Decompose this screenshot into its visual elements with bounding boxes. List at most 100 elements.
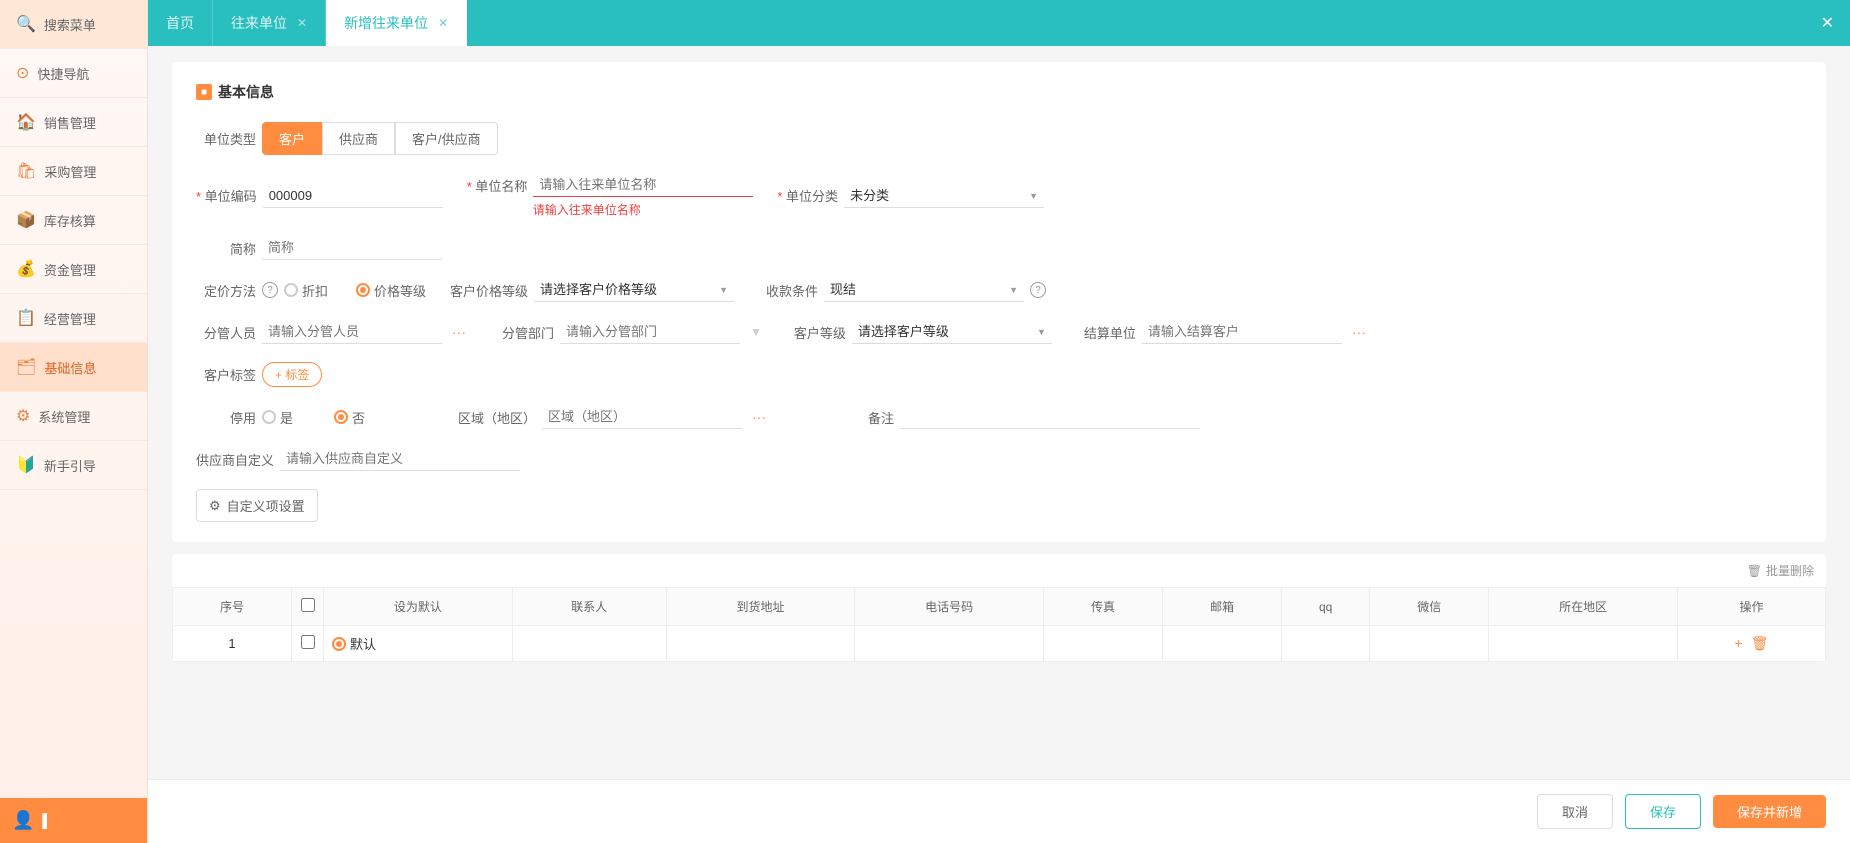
department-label: 分管部门	[494, 323, 554, 342]
row-default-radio-label[interactable]: 默认	[332, 634, 504, 653]
sidebar-item-operation[interactable]: 📋 经营管理	[0, 294, 147, 343]
payment-help-icon[interactable]: ?	[1030, 282, 1046, 298]
unit-name-input[interactable]	[533, 173, 753, 197]
batch-delete-button[interactable]: 🗑 批量删除	[1747, 562, 1814, 579]
department-field: 分管部门 ▼	[494, 320, 762, 344]
disabled-field: 停用 是 否	[196, 408, 394, 427]
sidebar-item-stock[interactable]: 📦 库存核算	[0, 196, 147, 245]
short-name-field: 简称	[196, 236, 442, 260]
col-contact: 联系人	[512, 588, 666, 626]
pricing-level-option[interactable]: 价格等级	[356, 281, 426, 300]
quicknav-icon: ⊙	[16, 63, 29, 83]
sidebar-item-purchase[interactable]: 🛍 采购管理	[0, 147, 147, 196]
manager-label: 分管人员	[196, 323, 256, 342]
row-checkbox-cell	[292, 626, 324, 662]
disabled-no-option[interactable]: 否	[334, 408, 394, 427]
payment-terms-select[interactable]: 现结	[824, 278, 1024, 302]
pricing-method-label: 定价方法	[196, 281, 256, 300]
customer-price-level-label: 客户价格等级	[450, 281, 528, 300]
contact-table: 序号 设为默认 联系人 到货地址 电话号码 传真 邮箱 qq 微信 所在地区	[172, 587, 1826, 662]
row-fax	[1044, 626, 1163, 662]
table-header-row: 序号 设为默认 联系人 到货地址 电话号码 传真 邮箱 qq 微信 所在地区	[173, 588, 1826, 626]
col-seq: 序号	[173, 588, 292, 626]
col-wechat: 微信	[1370, 588, 1489, 626]
sidebar-item-search[interactable]: 🔍 搜索菜单	[0, 0, 147, 49]
base-icon: 🗂	[16, 357, 36, 377]
unit-type-customer-btn[interactable]: 客户	[262, 122, 322, 155]
manager-input[interactable]	[262, 320, 442, 344]
sidebar-item-quicknav[interactable]: ⊙ 快捷导航	[0, 49, 147, 98]
col-area: 所在地区	[1489, 588, 1678, 626]
customer-level-select[interactable]: 请选择客户等级	[852, 320, 1052, 344]
purchase-icon: 🛍	[16, 161, 36, 181]
pricing-row: 定价方法 ? 折扣 价格等级 客户价格等	[196, 278, 1802, 302]
tab-new-partner-close[interactable]: ✕	[438, 16, 448, 30]
remark-input[interactable]	[900, 405, 1200, 429]
code-name-category-row: 单位编码 单位名称 请输入往来单位名称	[196, 173, 1802, 218]
col-qq: qq	[1282, 588, 1370, 626]
supplier-custom-label: 供应商自定义	[196, 450, 274, 469]
region-ellipsis[interactable]: ···	[748, 407, 770, 427]
sidebar-item-sales[interactable]: 🏠 销售管理	[0, 98, 147, 147]
unit-type-supplier-btn[interactable]: 供应商	[322, 122, 395, 155]
form-content: ■ 基本信息 单位类型 客户 供应商 客户/供应商 单位编码	[148, 46, 1850, 779]
short-name-input[interactable]	[262, 236, 442, 260]
select-all-checkbox[interactable]	[301, 598, 315, 612]
col-actions: 操作	[1677, 588, 1825, 626]
row-wechat	[1370, 626, 1489, 662]
pricing-help-icon[interactable]: ?	[262, 282, 278, 298]
tab-partners[interactable]: 往来单位 ✕	[213, 0, 326, 46]
tab-new-partner[interactable]: 新增往来单位 ✕	[326, 0, 467, 46]
save-button[interactable]: 保存	[1625, 794, 1701, 829]
custom-setting-button[interactable]: ⚙ 自定义项设置	[196, 489, 318, 522]
customer-level-label: 客户等级	[786, 323, 846, 342]
settlement-ellipsis[interactable]: ···	[1348, 322, 1370, 342]
sales-icon: 🏠	[16, 112, 36, 132]
stock-icon: 📦	[16, 210, 36, 230]
unit-code-input[interactable]	[263, 184, 443, 208]
pricing-level-radio	[356, 283, 370, 297]
sidebar-item-system[interactable]: ⚙ 系统管理	[0, 392, 147, 441]
tab-partners-close[interactable]: ✕	[297, 16, 307, 30]
manager-field: 分管人员 ···	[196, 320, 470, 344]
unit-name-label: 单位名称	[467, 176, 528, 195]
sidebar-item-finance[interactable]: 💰 资金管理	[0, 245, 147, 294]
department-input[interactable]	[560, 320, 740, 344]
manager-row: 分管人员 ··· 分管部门 ▼ 客户等级 请选择客户等级	[196, 320, 1802, 344]
unit-code-field: 单位编码	[196, 184, 443, 208]
col-fax: 传真	[1044, 588, 1163, 626]
pricing-method-field: 定价方法 ? 折扣 价格等级	[196, 281, 426, 300]
basic-info-card: ■ 基本信息 单位类型 客户 供应商 客户/供应商 单位编码	[172, 62, 1826, 542]
add-tag-button[interactable]: + 标签	[262, 362, 322, 387]
pricing-discount-option[interactable]: 折扣	[284, 281, 344, 300]
save-new-button[interactable]: 保存并新增	[1713, 795, 1826, 828]
row-seq: 1	[173, 626, 292, 662]
customer-level-field: 客户等级 请选择客户等级	[786, 320, 1052, 344]
disabled-yes-option[interactable]: 是	[262, 408, 322, 427]
unit-type-btn-group: 客户 供应商 客户/供应商	[262, 122, 498, 155]
cancel-button[interactable]: 取消	[1537, 794, 1613, 829]
region-input[interactable]	[542, 405, 742, 429]
tab-home[interactable]: 首页	[148, 0, 213, 46]
unit-type-both-btn[interactable]: 客户/供应商	[395, 122, 498, 155]
custom-setting-row: ⚙ 自定义项设置	[196, 489, 1802, 522]
unit-category-label: 单位分类	[777, 186, 838, 205]
settlement-unit-input[interactable]	[1142, 320, 1342, 344]
unit-code-label: 单位编码	[196, 186, 257, 205]
sidebar-item-guide[interactable]: 🔰 新手引导	[0, 441, 147, 490]
row-checkbox[interactable]	[301, 635, 315, 649]
row-add-button[interactable]: +	[1735, 635, 1743, 652]
guide-icon: 🔰	[16, 455, 36, 475]
payment-terms-wrapper: 现结	[824, 278, 1024, 302]
window-close-button[interactable]: ✕	[1805, 13, 1850, 33]
disabled-yes-radio	[262, 410, 276, 424]
row-delete-button[interactable]: 🗑	[1751, 635, 1769, 652]
unit-category-select[interactable]: 未分类	[844, 184, 1044, 208]
pricing-discount-radio	[284, 283, 298, 297]
manager-ellipsis[interactable]: ···	[448, 322, 470, 342]
unit-type-field: 单位类型 客户 供应商 客户/供应商	[196, 122, 498, 155]
supplier-custom-input[interactable]	[280, 447, 520, 471]
row-qq	[1282, 626, 1370, 662]
sidebar-item-base[interactable]: 🗂 基础信息	[0, 343, 147, 392]
customer-price-level-select[interactable]: 请选择客户价格等级	[534, 278, 734, 302]
